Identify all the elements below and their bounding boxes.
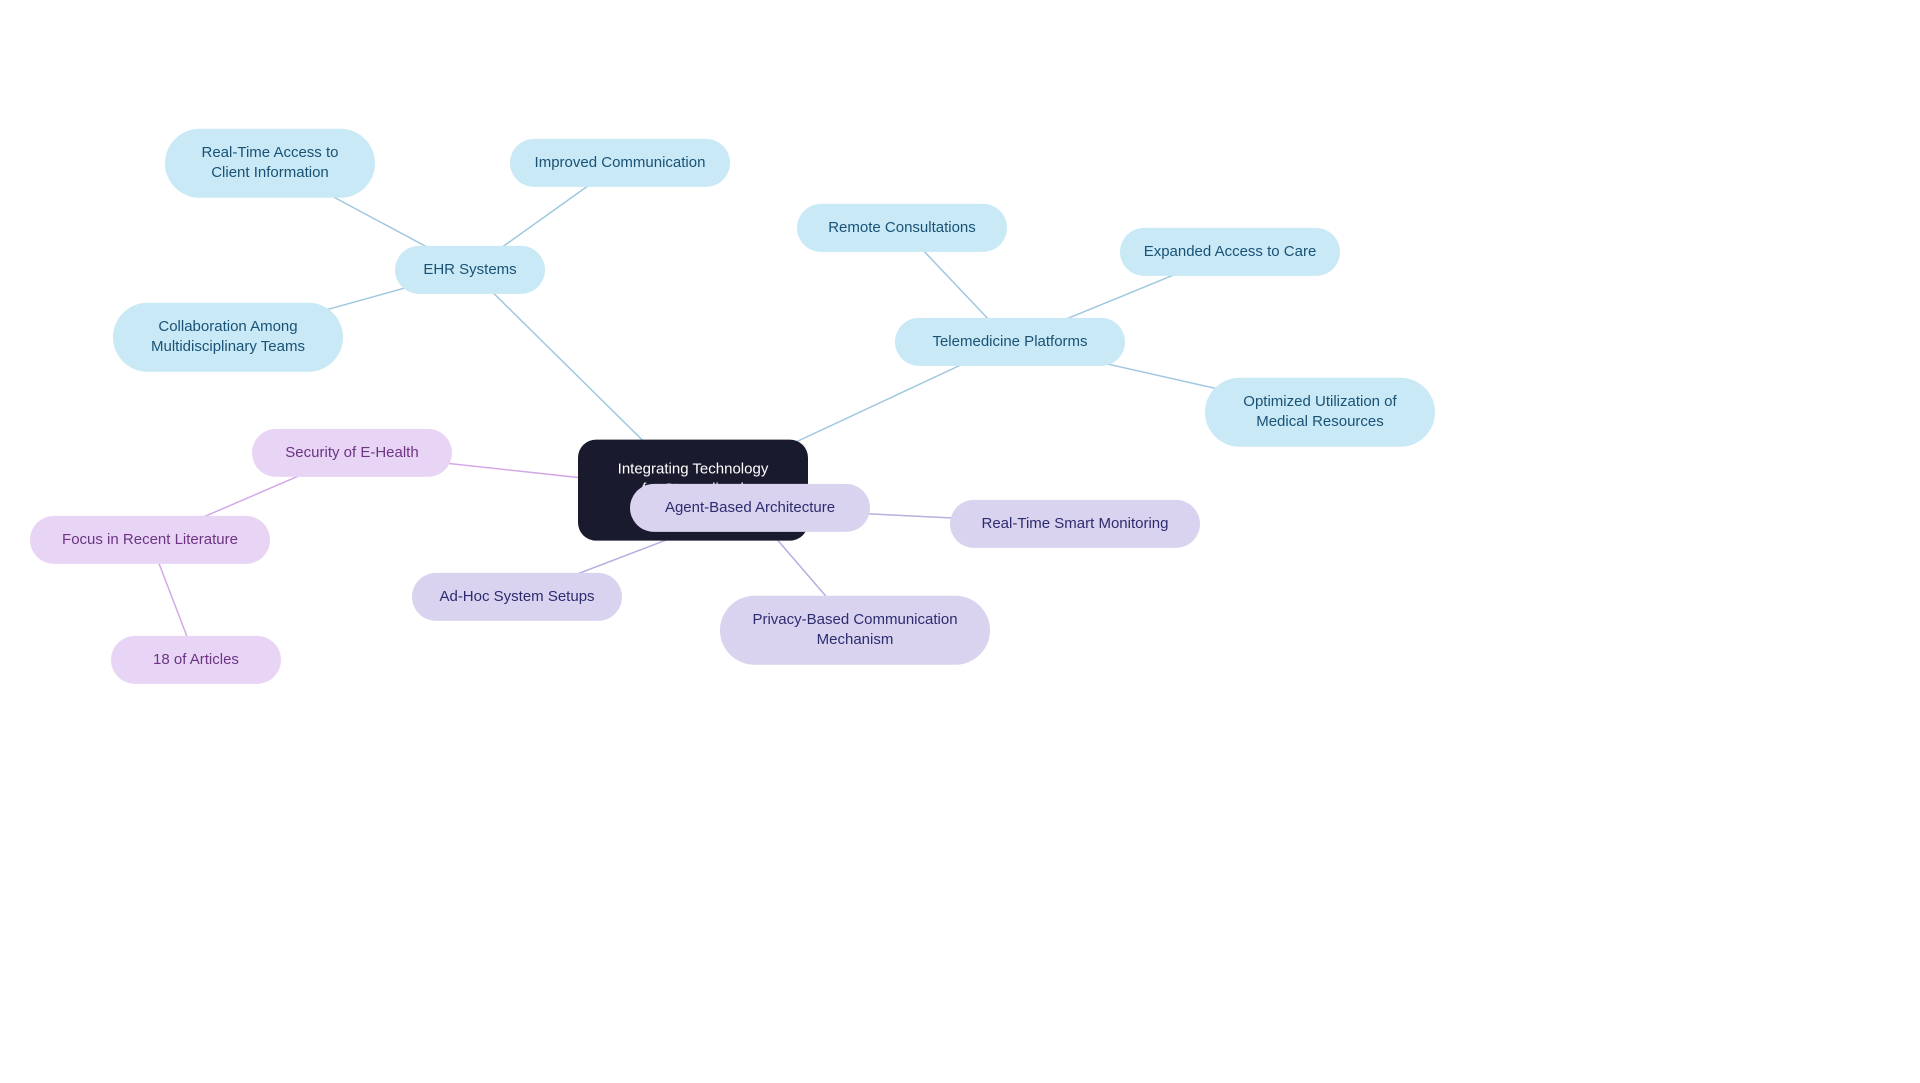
node-remote-consult: Remote Consultations bbox=[797, 204, 1007, 252]
node-label-agent-arch: Agent-Based Architecture bbox=[665, 498, 835, 518]
node-label-ehr: EHR Systems bbox=[423, 260, 516, 280]
node-label-collab: Collaboration Among Multidisciplinary Te… bbox=[135, 317, 321, 358]
node-security: Security of E-Health bbox=[252, 429, 452, 477]
node-telemedicine: Telemedicine Platforms bbox=[895, 318, 1125, 366]
node-label-realtime-monitor: Real-Time Smart Monitoring bbox=[982, 514, 1169, 534]
node-label-telemedicine: Telemedicine Platforms bbox=[932, 332, 1087, 352]
node-label-adhoc: Ad-Hoc System Setups bbox=[439, 587, 594, 607]
node-ehr: EHR Systems bbox=[395, 246, 545, 294]
node-realtime-monitor: Real-Time Smart Monitoring bbox=[950, 500, 1200, 548]
node-adhoc: Ad-Hoc System Setups bbox=[412, 573, 622, 621]
node-optimized: Optimized Utilization of Medical Resourc… bbox=[1205, 378, 1435, 447]
node-privacy: Privacy-Based Communication Mechanism bbox=[720, 596, 990, 665]
node-real-time-access: Real-Time Access to Client Information bbox=[165, 129, 375, 198]
node-label-expanded-access: Expanded Access to Care bbox=[1144, 242, 1317, 262]
node-label-security: Security of E-Health bbox=[285, 443, 418, 463]
node-collab: Collaboration Among Multidisciplinary Te… bbox=[113, 303, 343, 372]
node-label-improved-comm: Improved Communication bbox=[535, 153, 706, 173]
node-expanded-access: Expanded Access to Care bbox=[1120, 228, 1340, 276]
node-articles: 18 of Articles bbox=[111, 636, 281, 684]
node-label-privacy: Privacy-Based Communication Mechanism bbox=[742, 610, 968, 651]
node-label-remote-consult: Remote Consultations bbox=[828, 218, 976, 238]
node-label-real-time-access: Real-Time Access to Client Information bbox=[187, 143, 353, 184]
node-agent-arch: Agent-Based Architecture bbox=[630, 484, 870, 532]
node-label-articles: 18 of Articles bbox=[153, 650, 239, 670]
node-label-focus-lit: Focus in Recent Literature bbox=[62, 530, 238, 550]
node-focus-lit: Focus in Recent Literature bbox=[30, 516, 270, 564]
node-improved-comm: Improved Communication bbox=[510, 139, 730, 187]
node-label-optimized: Optimized Utilization of Medical Resourc… bbox=[1227, 392, 1413, 433]
